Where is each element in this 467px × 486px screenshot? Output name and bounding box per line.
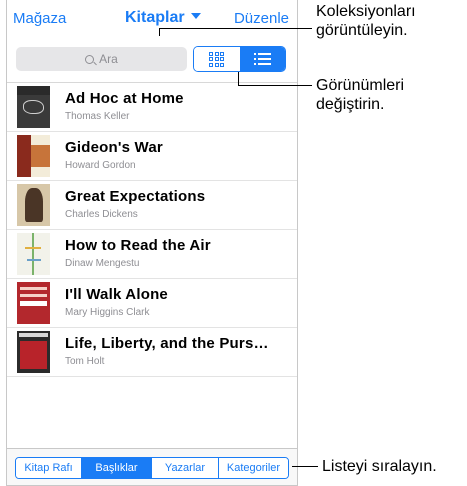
callout-collections: Koleksiyonları görüntüleyin.: [316, 2, 416, 40]
book-row[interactable]: Ad Hoc at Home Thomas Keller: [7, 83, 297, 132]
list-icon: [254, 53, 271, 65]
callout-views: Görünümleri değiştirin.: [316, 76, 404, 114]
book-row[interactable]: Great Expectations Charles Dickens: [7, 181, 297, 230]
book-row[interactable]: Gideon's War Howard Gordon: [7, 132, 297, 181]
book-cover: [17, 282, 50, 324]
sort-segmented-control: Kitap Rafı Başlıklar Yazarlar Kategorile…: [15, 457, 289, 479]
navigation-bar: Mağaza Kitaplar Düzenle: [7, 0, 297, 36]
book-cover: [17, 233, 50, 275]
book-author: Mary Higgins Clark: [65, 307, 150, 318]
books-app-screen: Mağaza Kitaplar Düzenle Ara Ad Hoc at Ho…: [6, 0, 298, 486]
callout-collections-connector: [159, 28, 160, 36]
collections-menu-button[interactable]: Kitaplar: [125, 9, 201, 27]
callout-collections-line-2: görüntüleyin.: [316, 22, 408, 39]
book-cover: [17, 86, 50, 128]
book-author: Charles Dickens: [65, 209, 138, 220]
view-toggle: [193, 46, 286, 72]
search-placeholder: Ara: [99, 52, 118, 66]
callout-collections-line-1: Koleksiyonları: [316, 3, 416, 20]
book-cover: [17, 184, 50, 226]
sort-tab-categories[interactable]: Kategoriler: [219, 458, 288, 478]
book-title: I'll Walk Alone: [65, 286, 168, 303]
sort-tab-authors[interactable]: Yazarlar: [152, 458, 219, 478]
book-title: How to Read the Air: [65, 237, 211, 254]
book-title: Ad Hoc at Home: [65, 90, 184, 107]
book-title: Life, Liberty, and the Purs…: [65, 335, 269, 352]
edit-button[interactable]: Düzenle: [234, 10, 289, 27]
book-author: Dinaw Mengestu: [65, 258, 140, 269]
book-row[interactable]: Life, Liberty, and the Purs… Tom Holt: [7, 328, 297, 377]
list-view-button[interactable]: [239, 47, 285, 71]
callout-sort-line: [292, 466, 318, 467]
book-author: Howard Gordon: [65, 160, 136, 171]
chevron-down-icon: [190, 13, 201, 19]
callout-sort: Listeyi sıralayın.: [322, 458, 437, 475]
callout-views-line-2: değiştirin.: [316, 96, 385, 113]
book-row[interactable]: How to Read the Air Dinaw Mengestu: [7, 230, 297, 279]
callout-views-connector: [238, 72, 239, 85]
book-title: Gideon's War: [65, 139, 163, 156]
callout-views-line: [238, 85, 312, 86]
book-list: Ad Hoc at Home Thomas Keller Gideon's Wa…: [7, 82, 297, 377]
callout-collections-line: [159, 28, 312, 29]
book-author: Thomas Keller: [65, 111, 130, 122]
collections-title: Kitaplar: [125, 9, 185, 26]
book-cover: [17, 135, 50, 177]
sort-bar: Kitap Rafı Başlıklar Yazarlar Kategorile…: [7, 448, 297, 485]
book-author: Tom Holt: [65, 356, 105, 367]
search-field[interactable]: Ara: [16, 47, 187, 71]
search-icon: [85, 54, 95, 64]
sort-tab-titles[interactable]: Başlıklar: [82, 458, 152, 478]
book-row[interactable]: I'll Walk Alone Mary Higgins Clark: [7, 279, 297, 328]
grid-icon: [209, 51, 225, 67]
sort-tab-bookshelf[interactable]: Kitap Rafı: [16, 458, 82, 478]
book-cover: [17, 331, 50, 373]
book-title: Great Expectations: [65, 188, 206, 205]
grid-view-button[interactable]: [194, 47, 240, 71]
store-button[interactable]: Mağaza: [13, 10, 66, 27]
callout-views-line-1: Görünümleri: [316, 77, 405, 94]
